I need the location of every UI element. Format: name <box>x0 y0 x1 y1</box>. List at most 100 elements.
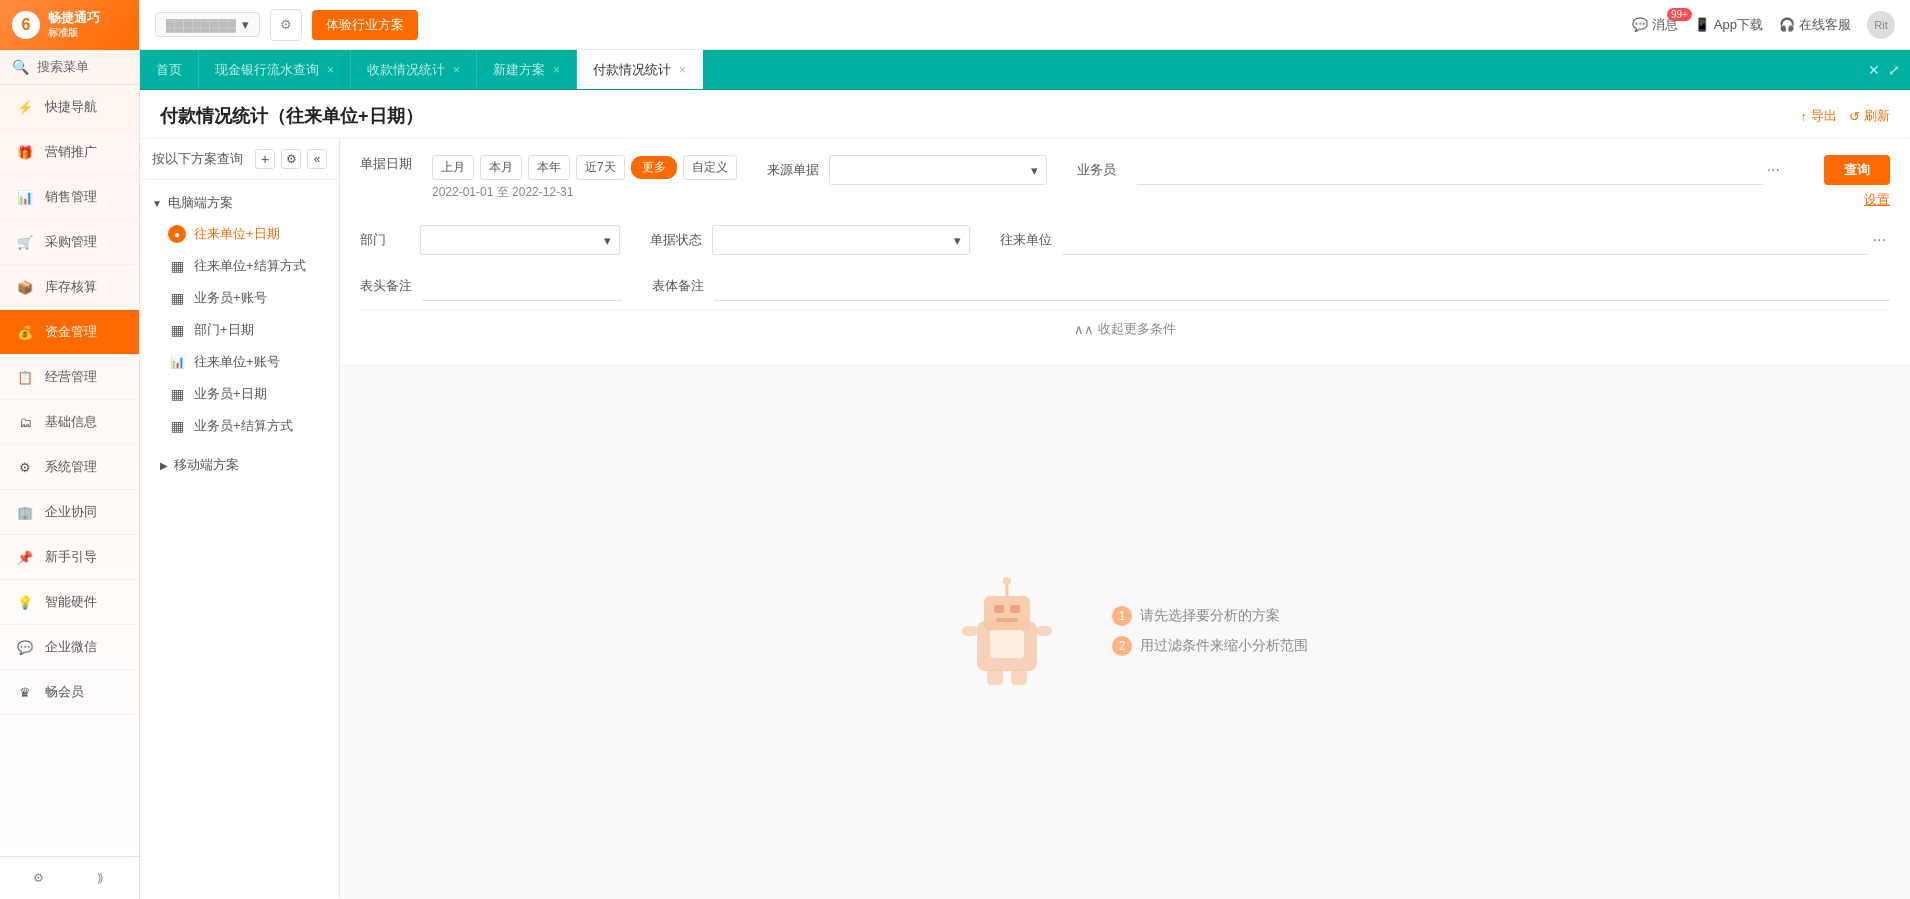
sidebar-item-system[interactable]: ⚙ 系统管理 <box>0 445 139 490</box>
tab-new-plan-close[interactable]: × <box>553 63 560 77</box>
sidebar-item-wechat[interactable]: 💬 企业微信 <box>0 625 139 670</box>
more-btn[interactable]: 更多 <box>631 156 677 179</box>
sidebar-quick-nav-label: 快捷导航 <box>45 98 97 116</box>
schema-item-3[interactable]: ▦ 部门+日期 <box>140 314 339 346</box>
status-select[interactable]: ▾ <box>712 225 970 255</box>
related-unit-input[interactable] <box>1062 225 1869 255</box>
sidebar-item-operations[interactable]: 📋 经营管理 <box>0 355 139 400</box>
tab-cash-bank[interactable]: 现金银行流水查询 × <box>199 50 351 89</box>
sidebar-expand-btn[interactable]: ⟫ <box>70 865 132 891</box>
account-selector[interactable]: ▓▓▓▓▓▓▓▓ ▾ <box>155 12 260 37</box>
sidebar-item-marketing[interactable]: 🎁 营销推广 <box>0 130 139 175</box>
schema-icon-4: 📊 <box>168 353 186 371</box>
header-note-label: 表头备注 <box>360 277 412 295</box>
user-avatar[interactable]: Rit <box>1867 11 1895 39</box>
schema-item-label-6: 业务员+结算方式 <box>194 417 293 435</box>
sidebar-item-member[interactable]: ♛ 畅会员 <box>0 670 139 715</box>
header-note-input[interactable] <box>422 271 622 301</box>
tab-collection-stats[interactable]: 收款情况统计 × <box>351 50 477 89</box>
sidebar-item-inventory[interactable]: 📦 库存核算 <box>0 265 139 310</box>
header-settings-btn[interactable]: ⚙ <box>270 9 302 41</box>
export-btn[interactable]: ↑ 导出 <box>1801 107 1838 125</box>
left-panel-collapse-btn[interactable]: « <box>307 149 327 169</box>
tab-collection-stats-close[interactable]: × <box>453 63 460 77</box>
schema-item-4[interactable]: 📊 往来单位+账号 <box>140 346 339 378</box>
app-download-btn[interactable]: 📱 App下载 <box>1694 16 1763 34</box>
salesman-dots[interactable]: ··· <box>1763 161 1784 179</box>
sidebar-item-capital[interactable]: 💰 资金管理 <box>0 310 139 355</box>
tab-home[interactable]: 首页 <box>140 50 199 89</box>
schema-item-6[interactable]: ▦ 业务员+结算方式 <box>140 410 339 442</box>
tab-payment-stats-label: 付款情况统计 <box>593 61 671 79</box>
sidebar-item-quick-nav[interactable]: ⚡ 快捷导航 <box>0 85 139 130</box>
sidebar-item-enterprise[interactable]: 🏢 企业协同 <box>0 490 139 535</box>
user-initials: Rit <box>1874 19 1887 31</box>
schema-settings-btn[interactable]: ⚙ <box>281 149 301 169</box>
left-panel-header: 按以下方案查询 + ⚙ « <box>140 139 339 180</box>
sidebar-item-guide[interactable]: 📌 新手引导 <box>0 535 139 580</box>
schema-item-0[interactable]: ● 往来单位+日期 <box>140 218 339 250</box>
collapse-bar[interactable]: ∧∧ 收起更多条件 <box>360 309 1890 348</box>
related-unit-filter-cell: 往来单位 ··· <box>1000 225 1890 255</box>
this-month-btn[interactable]: 本月 <box>480 155 522 180</box>
schema-icon-6: ▦ <box>168 417 186 435</box>
sidebar-system-label: 系统管理 <box>45 458 97 476</box>
custom-btn[interactable]: 自定义 <box>683 155 737 180</box>
filter-row-1: 单据日期 上月 本月 本年 近7天 更多 自定义 20 <box>360 155 1890 209</box>
sidebar-settings-btn[interactable]: ⚙ <box>8 865 70 891</box>
page-header: 付款情况统计（往来单位+日期） ↑ 导出 ↺ 刷新 <box>140 90 1910 139</box>
tab-close-all-btn[interactable]: ✕ <box>1868 62 1880 78</box>
pc-schema-group[interactable]: ▼ 电脑端方案 <box>140 188 339 218</box>
body-note-input[interactable] <box>714 271 1890 301</box>
schema-item-label-1: 往来单位+结算方式 <box>194 257 306 275</box>
left-panel: 按以下方案查询 + ⚙ « ▼ 电脑端方案 ● 往来单位+日 <box>140 139 340 898</box>
capital-icon: 💰 <box>15 322 35 342</box>
tip1-num: 1 <box>1112 606 1132 626</box>
empty-tip-2: 2 用过滤条件来缩小分析范围 <box>1112 636 1308 656</box>
sidebar-item-purchase[interactable]: 🛒 采购管理 <box>0 220 139 265</box>
tab-cash-bank-close[interactable]: × <box>327 63 334 77</box>
dept-select[interactable]: ▾ <box>420 225 620 255</box>
message-btn[interactable]: 💬 消息 99+ <box>1632 16 1678 34</box>
sidebar-item-sales[interactable]: 📊 销售管理 <box>0 175 139 220</box>
svg-rect-4 <box>996 618 1018 622</box>
selector-text: ▓▓▓▓▓▓▓▓ <box>166 18 236 32</box>
date-buttons-row: 上月 本月 本年 近7天 更多 自定义 <box>432 155 737 180</box>
tab-fullscreen-btn[interactable]: ⤢ <box>1888 62 1900 78</box>
related-unit-dots[interactable]: ··· <box>1869 231 1890 249</box>
robot-svg <box>942 566 1072 696</box>
empty-area: 1 请先选择要分析的方案 2 用过滤条件来缩小分析范围 <box>340 364 1910 898</box>
tab-payment-stats-close[interactable]: × <box>679 63 686 77</box>
online-service-btn[interactable]: 🎧 在线客服 <box>1779 16 1851 34</box>
this-year-btn[interactable]: 本年 <box>528 155 570 180</box>
last-month-btn[interactable]: 上月 <box>432 155 474 180</box>
source-select[interactable]: ▾ <box>829 155 1047 185</box>
sidebar-item-hardware[interactable]: 💡 智能硬件 <box>0 580 139 625</box>
salesman-filter-label: 业务员 <box>1077 161 1127 179</box>
app-logo: 6 畅捷通巧 标准版 <box>0 0 139 50</box>
schema-item-label-4: 往来单位+账号 <box>194 353 280 371</box>
quick-nav-icon: ⚡ <box>15 97 35 117</box>
mobile-schema-group[interactable]: ▶ 移动端方案 <box>140 450 339 480</box>
settings-link[interactable]: 设置 <box>1864 191 1890 209</box>
source-select-arrow: ▾ <box>1031 163 1038 178</box>
app-name: 畅捷通巧 <box>48 10 100 26</box>
refresh-btn[interactable]: ↺ 刷新 <box>1849 107 1890 125</box>
schema-item-2[interactable]: ▦ 业务员+账号 <box>140 282 339 314</box>
schema-item-label-5: 业务员+日期 <box>194 385 267 403</box>
sidebar-item-basic[interactable]: 🗂 基础信息 <box>0 400 139 445</box>
last7-btn[interactable]: 近7天 <box>576 155 625 180</box>
salesman-input[interactable] <box>1137 155 1763 185</box>
date-range-display: 2022-01-01 至 2022-12-31 <box>432 184 737 201</box>
query-btn[interactable]: 查询 <box>1824 155 1890 185</box>
tab-bar: 首页 现金银行流水查询 × 收款情况统计 × 新建方案 × 付款情况统计 × ✕… <box>140 50 1910 90</box>
tab-payment-stats[interactable]: 付款情况统计 × <box>577 50 703 89</box>
schema-item-1[interactable]: ▦ 往来单位+结算方式 <box>140 250 339 282</box>
trial-btn[interactable]: 体验行业方案 <box>312 10 418 40</box>
add-schema-btn[interactable]: + <box>255 149 275 169</box>
tab-new-plan[interactable]: 新建方案 × <box>477 50 577 89</box>
schema-item-5[interactable]: ▦ 业务员+日期 <box>140 378 339 410</box>
main-wrapper: ▓▓▓▓▓▓▓▓ ▾ ⚙ 体验行业方案 💬 消息 99+ 📱 App下载 🎧 在… <box>140 0 1910 899</box>
member-icon: ♛ <box>15 682 35 702</box>
sidebar-search[interactable]: 🔍 搜索菜单 <box>0 50 139 85</box>
